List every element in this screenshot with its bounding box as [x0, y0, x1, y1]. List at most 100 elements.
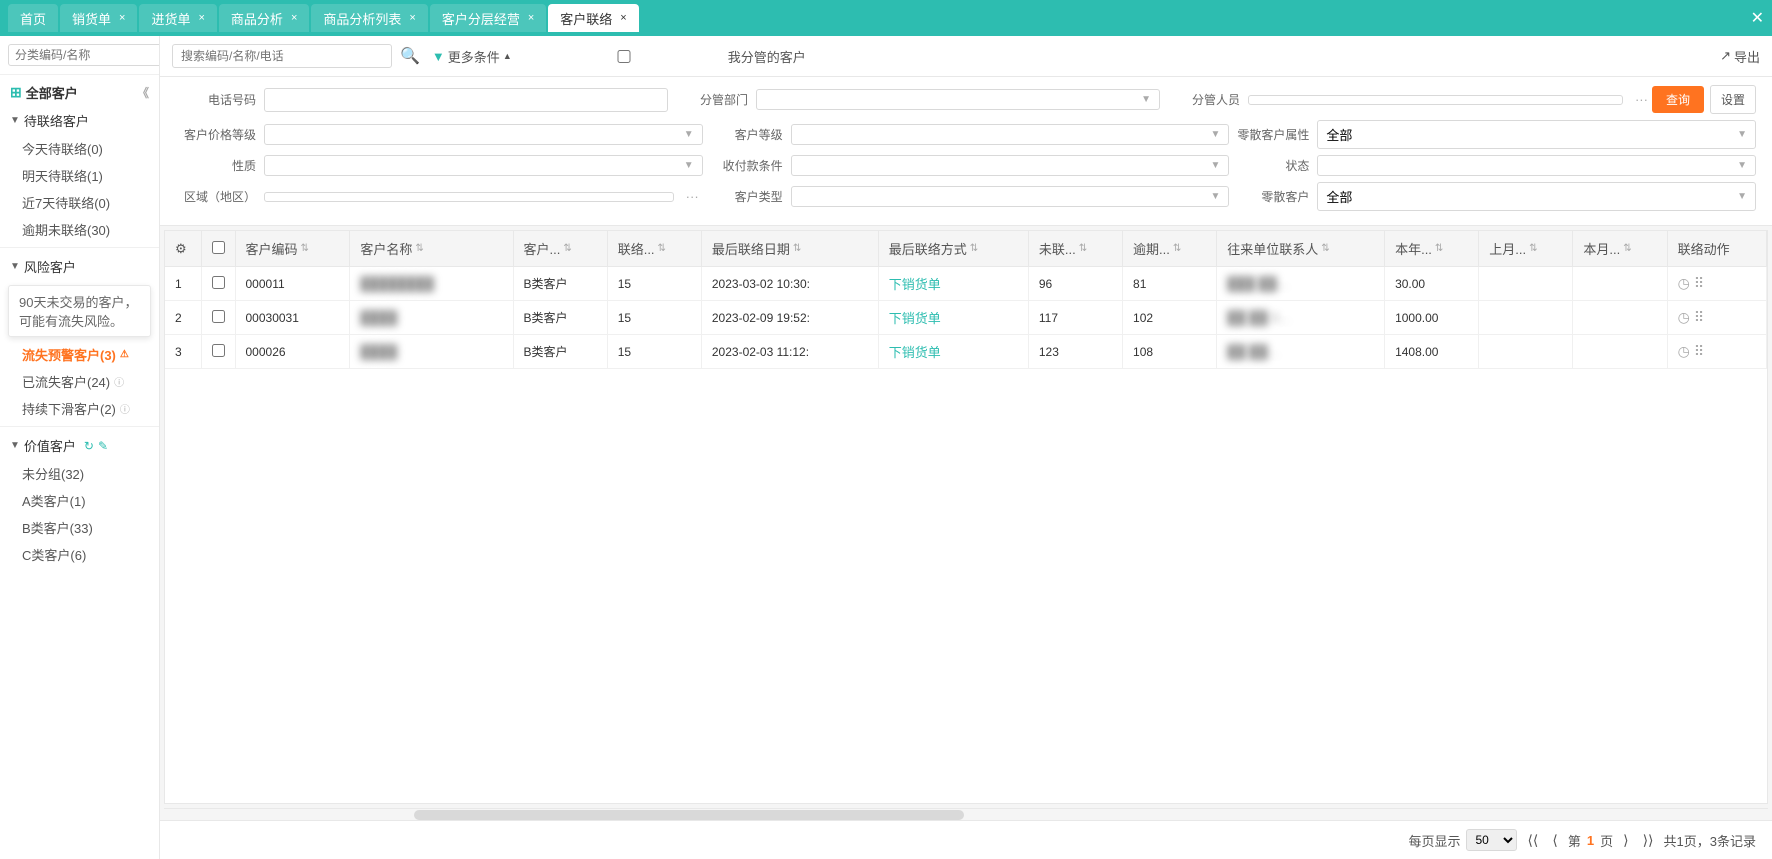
th-overdue[interactable]: 逾期...⇅: [1123, 231, 1217, 267]
more-conditions-btn[interactable]: ▼ 更多条件 ▲: [428, 47, 516, 66]
prev-page-btn[interactable]: ⟨: [1548, 832, 1561, 849]
action-more-icon-1[interactable]: ⠿: [1694, 309, 1704, 326]
value-edit-icon[interactable]: ✎: [98, 439, 108, 453]
page-suffix: 页: [1600, 831, 1613, 850]
th-this-year[interactable]: 本年...⇅: [1385, 231, 1479, 267]
tab-sales[interactable]: 销货单 ×: [60, 4, 137, 32]
filter-retail-attr-select[interactable]: 全部 ▼: [1317, 120, 1756, 149]
cell-cb-1[interactable]: [201, 301, 235, 335]
query-btn[interactable]: 查询: [1652, 86, 1704, 113]
tab-home[interactable]: 首页: [8, 4, 58, 32]
total-info: 共1页，3条记录: [1664, 831, 1756, 850]
sidebar-item-typeA[interactable]: A类客户(1): [0, 487, 159, 514]
tab-sales-close[interactable]: ×: [119, 12, 125, 24]
filter-region-select[interactable]: [264, 192, 674, 202]
filter-retail-select[interactable]: 全部 ▼: [1317, 182, 1756, 211]
filter-payment-label: 收付款条件: [703, 157, 783, 174]
tab-customer-tier-label: 客户分层经营: [442, 9, 520, 28]
sidebar-collapse-btn[interactable]: 《: [137, 84, 149, 101]
page-label: 第: [1568, 831, 1581, 850]
sidebar-item-churn-warning[interactable]: 流失预警客户(3) ⚠: [0, 341, 159, 368]
tab-purchase[interactable]: 进货单 ×: [139, 4, 216, 32]
declining-info-icon: ⓘ: [120, 401, 130, 416]
th-last-way[interactable]: 最后联络方式⇅: [878, 231, 1028, 267]
filter-region-dots[interactable]: ···: [682, 189, 703, 204]
th-checkbox[interactable]: [201, 231, 235, 267]
sidebar-item-tomorrow[interactable]: 明天待联络(1): [0, 162, 159, 189]
th-name[interactable]: 客户名称⇅: [350, 231, 513, 267]
th-last-date[interactable]: 最后联络日期⇅: [701, 231, 878, 267]
action-contact-icon-2[interactable]: ◷: [1678, 343, 1690, 360]
tab-purchase-close[interactable]: ×: [198, 12, 204, 24]
per-page-select[interactable]: 50 100 200: [1466, 829, 1517, 851]
action-contact-icon-1[interactable]: ◷: [1678, 309, 1690, 326]
sidebar-group-pending-header[interactable]: ▼ 待联络客户: [0, 106, 159, 135]
cell-name-2: ████: [350, 335, 513, 369]
first-page-btn[interactable]: ⟨⟨: [1523, 832, 1542, 849]
tab-customer-contact-close[interactable]: ×: [620, 12, 626, 24]
action-more-icon-0[interactable]: ⠿: [1694, 275, 1704, 292]
sidebar-item-ungroup[interactable]: 未分组(32): [0, 460, 159, 487]
tab-customer-contact[interactable]: 客户联络 ×: [548, 4, 638, 32]
th-settings[interactable]: ⚙: [165, 231, 201, 267]
sidebar-item-today[interactable]: 今天待联络(0): [0, 135, 159, 162]
filter-customer-type-select[interactable]: ▼: [791, 186, 1230, 207]
sidebar-search-input[interactable]: [8, 44, 160, 66]
sidebar-item-typeC[interactable]: C类客户(6): [0, 541, 159, 568]
filter-phone-input[interactable]: [264, 88, 668, 112]
cell-cb-2[interactable]: [201, 335, 235, 369]
export-btn[interactable]: ↗ 导出: [1720, 47, 1760, 66]
sidebar-item-7days[interactable]: 近7天待联络(0): [0, 189, 159, 216]
tab-customer-tier-close[interactable]: ×: [528, 12, 534, 24]
action-more-icon-2[interactable]: ⠿: [1694, 343, 1704, 360]
cell-lway-2[interactable]: 下销货单: [878, 335, 1028, 369]
cell-name-0: ████████: [350, 267, 513, 301]
th-code[interactable]: 客户编码⇅: [235, 231, 350, 267]
th-this-month[interactable]: 本月...⇅: [1573, 231, 1667, 267]
next-page-btn[interactable]: ⟩: [1619, 832, 1632, 849]
settings-btn[interactable]: 设置: [1710, 85, 1756, 114]
sidebar-item-churned[interactable]: 已流失客户(24) ⓘ: [0, 368, 159, 395]
filter-payment-select[interactable]: ▼: [791, 155, 1230, 176]
th-contact-count[interactable]: 联络...⇅: [607, 231, 701, 267]
search-input[interactable]: [172, 44, 392, 68]
filter-nature-select[interactable]: ▼: [264, 155, 703, 176]
my-customers-checkbox[interactable]: 我分管的客户: [524, 47, 806, 66]
th-customer-type[interactable]: 客户...⇅: [513, 231, 607, 267]
scrollbar-thumb[interactable]: [414, 810, 964, 820]
close-window-btn[interactable]: ✕: [1751, 8, 1764, 28]
th-contacts[interactable]: 往来单位联系人⇅: [1217, 231, 1385, 267]
sidebar-item-declining[interactable]: 持续下滑客户(2) ⓘ: [0, 395, 159, 422]
cell-lway-0[interactable]: 下销货单: [878, 267, 1028, 301]
last-page-btn[interactable]: ⟩⟩: [1639, 832, 1658, 849]
sidebar-group-value-header[interactable]: ▼ 价值客户 ↻ ✎: [0, 431, 159, 460]
divider-1: [0, 247, 159, 248]
tab-customer-tier[interactable]: 客户分层经营 ×: [430, 4, 546, 32]
lm-sort-icon: ⇅: [1529, 243, 1537, 254]
filter-person-select[interactable]: [1248, 95, 1623, 105]
tab-analysis[interactable]: 商品分析 ×: [219, 4, 309, 32]
horizontal-scrollbar[interactable]: [164, 808, 1768, 820]
select-all-checkbox[interactable]: [212, 241, 225, 254]
sidebar-item-overdue[interactable]: 逾期未联络(30): [0, 216, 159, 243]
sidebar-all-customers[interactable]: ⊞ 全部客户 《: [0, 75, 159, 106]
sidebar-item-typeB[interactable]: B类客户(33): [0, 514, 159, 541]
filter-customer-grade-select[interactable]: ▼: [791, 124, 1230, 145]
tab-analysis-list[interactable]: 商品分析列表 ×: [311, 4, 427, 32]
sidebar-group-risk-header[interactable]: ▼ 风险客户: [0, 252, 159, 281]
value-refresh-icon[interactable]: ↻: [84, 439, 94, 453]
tab-analysis-close[interactable]: ×: [291, 12, 297, 24]
search-button[interactable]: 🔍: [400, 46, 420, 66]
filter-dept-select[interactable]: ▼: [756, 89, 1160, 110]
my-customers-check[interactable]: [524, 50, 724, 63]
filter-person-dots[interactable]: ···: [1631, 92, 1652, 107]
th-last-month[interactable]: 上月...⇅: [1479, 231, 1573, 267]
cell-code-2: 000026: [235, 335, 350, 369]
th-uncontact[interactable]: 未联...⇅: [1028, 231, 1122, 267]
cell-lway-1[interactable]: 下销货单: [878, 301, 1028, 335]
filter-status-select[interactable]: ▼: [1317, 155, 1756, 176]
tab-analysis-list-close[interactable]: ×: [409, 12, 415, 24]
action-contact-icon-0[interactable]: ◷: [1678, 275, 1690, 292]
filter-price-level-select[interactable]: ▼: [264, 124, 703, 145]
cell-cb-0[interactable]: [201, 267, 235, 301]
